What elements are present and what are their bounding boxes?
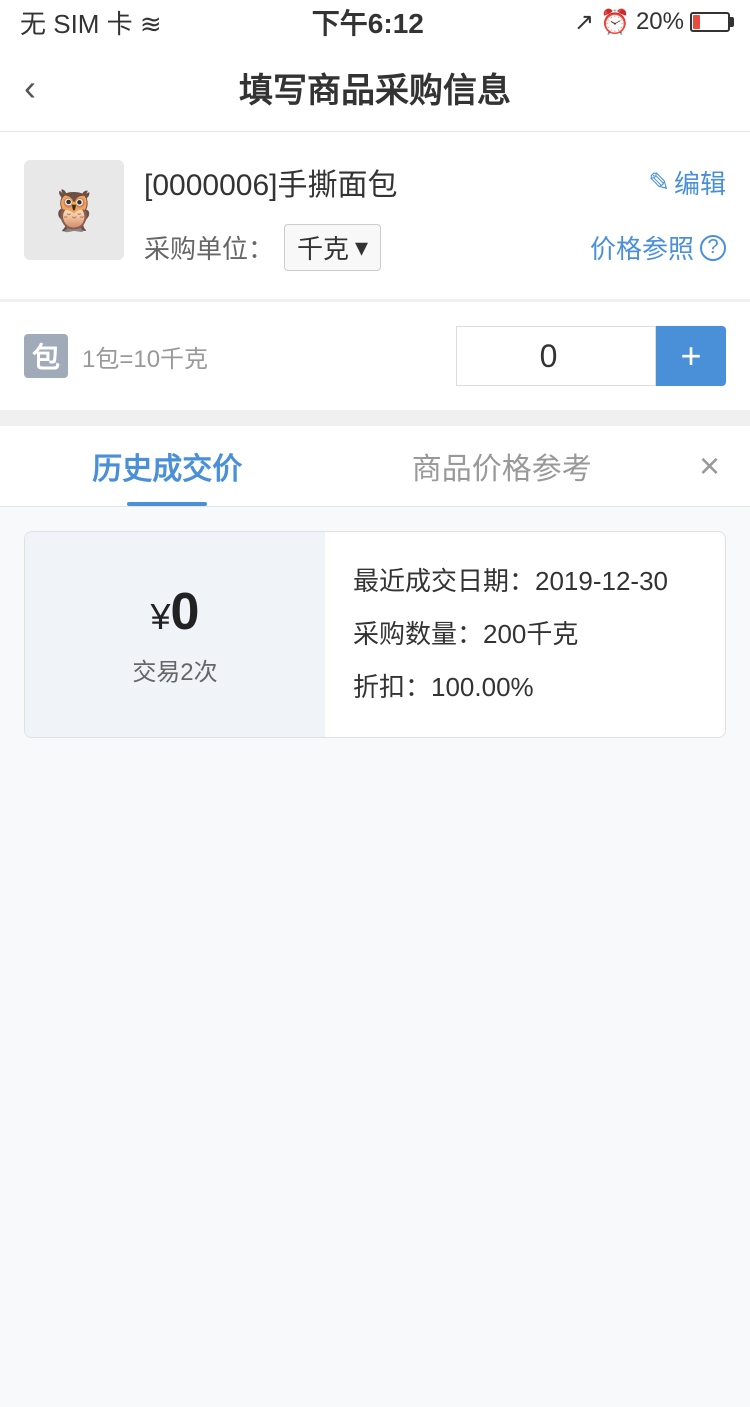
product-section: 🦉 [0000006]手撕面包 ✎ 编辑 采购单位： 千克 ▾ [0, 132, 750, 299]
location-icon: ↗ [574, 8, 594, 37]
price-transactions: 交易2次 [132, 652, 217, 687]
quantity-right: + [456, 326, 726, 386]
quantity-input[interactable] [456, 326, 656, 386]
tab-close-button[interactable]: × [669, 445, 750, 487]
recent-date-label: 最近成交日期： [353, 566, 535, 596]
quantity-section: 包 1包=10千克 + [0, 301, 750, 410]
status-time: 下午6:12 [312, 2, 424, 42]
purchase-qty-row: 采购数量：200千克 [353, 615, 697, 654]
dropdown-arrow-icon: ▾ [355, 232, 368, 263]
discount-label: 折扣： [353, 672, 431, 702]
quantity-plus-button[interactable]: + [656, 326, 726, 386]
recent-date-value: 2019-12-30 [535, 566, 668, 596]
product-logo-icon: 🦉 [49, 187, 99, 234]
product-unit-row: 采购单位： 千克 ▾ 价格参照 ? [144, 224, 726, 271]
product-image: 🦉 [24, 160, 124, 260]
battery-icon [690, 12, 730, 32]
battery-percent: 20% [636, 8, 684, 36]
price-display: ¥0 [151, 582, 200, 642]
status-left: 无 SIM 卡 ≋ [20, 4, 162, 41]
product-details: [0000006]手撕面包 ✎ 编辑 采购单位： 千克 ▾ 价格参照 ? [144, 160, 726, 271]
price-ref-button[interactable]: 价格参照 ? [590, 229, 726, 266]
unit-select-dropdown[interactable]: 千克 ▾ [284, 224, 381, 271]
edit-link[interactable]: ✎ 编辑 [648, 164, 726, 201]
page-title: 填写商品采购信息 [239, 63, 511, 112]
purchase-qty-label: 采购数量： [353, 619, 483, 649]
tab-bar: 历史成交价 商品价格参考 × [0, 426, 750, 507]
quantity-left: 包 1包=10千克 [24, 334, 208, 378]
discount-value: 100.00% [431, 672, 534, 702]
price-card: ¥0 交易2次 最近成交日期：2019-12-30 采购数量：200千克 折扣：… [24, 531, 726, 738]
purchase-qty-value: 200千克 [483, 619, 578, 649]
price-ref-label: 价格参照 [590, 229, 694, 266]
section-divider [0, 410, 750, 426]
tab-price-reference[interactable]: 商品价格参考 [334, 426, 668, 506]
nav-bar: ‹ 填写商品采购信息 [0, 44, 750, 132]
product-header: [0000006]手撕面包 ✎ 编辑 [144, 160, 726, 204]
price-yen-symbol: ¥ [151, 596, 171, 637]
unit-value: 千克 [297, 229, 349, 266]
price-card-left: ¥0 交易2次 [25, 532, 325, 737]
price-ref-help-icon: ? [700, 235, 726, 261]
discount-row: 折扣：100.00% [353, 668, 697, 707]
bottom-area [0, 907, 750, 1407]
alarm-icon: ⏰ [600, 8, 630, 37]
history-content: ¥0 交易2次 最近成交日期：2019-12-30 采购数量：200千克 折扣：… [0, 507, 750, 907]
back-button[interactable]: ‹ [24, 67, 36, 109]
price-card-right: 最近成交日期：2019-12-30 采购数量：200千克 折扣：100.00% [325, 532, 725, 737]
recent-date-row: 最近成交日期：2019-12-30 [353, 562, 697, 601]
edit-icon: ✎ [648, 167, 670, 198]
product-name: [0000006]手撕面包 [144, 160, 397, 204]
price-amount: 0 [171, 583, 200, 641]
tab-section: 历史成交价 商品价格参考 × ¥0 交易2次 最近成交日期：2019-12-30… [0, 426, 750, 907]
status-bar: 无 SIM 卡 ≋ 下午6:12 ↗ ⏰ 20% [0, 0, 750, 44]
tab-history-price[interactable]: 历史成交价 [0, 426, 334, 506]
qty-conversion: 1包=10千克 [82, 339, 208, 374]
qty-unit-badge: 包 [24, 334, 68, 378]
unit-label: 采购单位： [144, 229, 274, 266]
status-right: ↗ ⏰ 20% [574, 8, 730, 37]
